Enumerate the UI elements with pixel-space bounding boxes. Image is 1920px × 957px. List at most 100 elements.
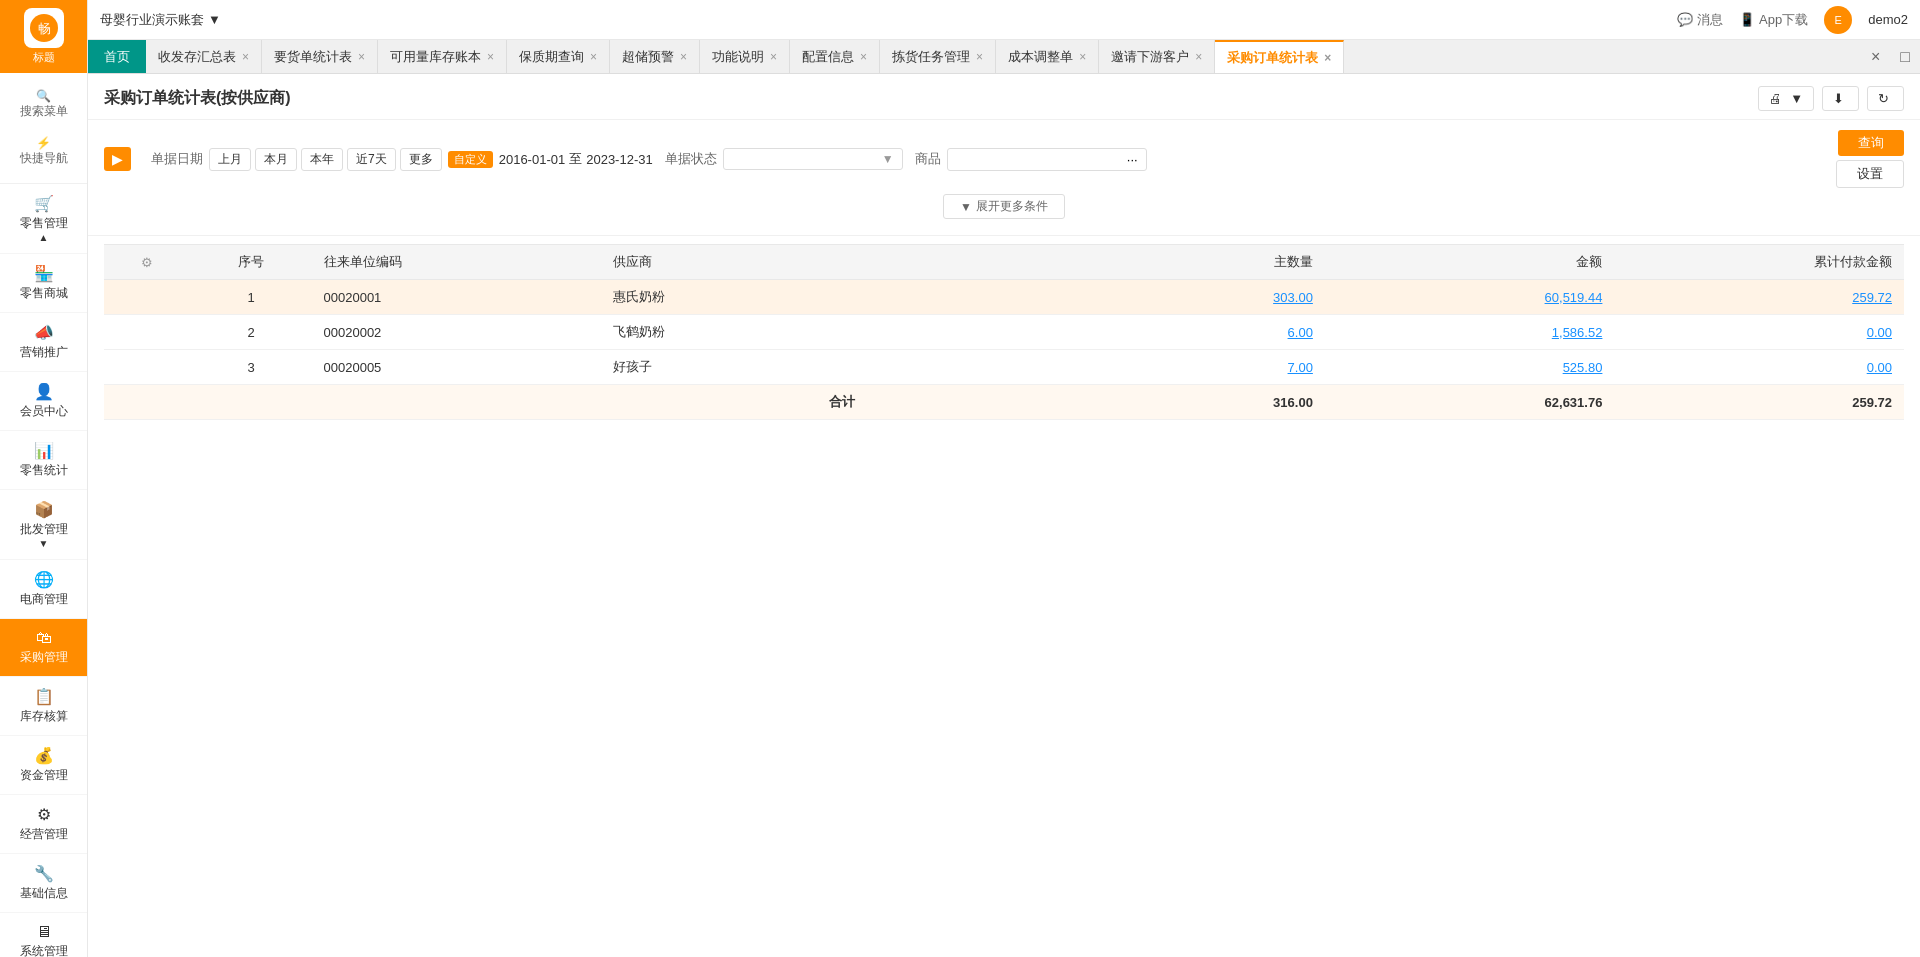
cell-amount[interactable]: 1,586.52	[1325, 315, 1615, 350]
sidebar-item-search[interactable]: 🔍 搜索菜单	[6, 81, 81, 128]
goods-more-icon: ···	[1127, 152, 1138, 167]
th-code-label: 往来单位编码	[324, 254, 402, 269]
tab-config[interactable]: 配置信息 ×	[790, 40, 880, 74]
column-settings-icon[interactable]: ⚙	[141, 255, 153, 270]
tab-overstock[interactable]: 超储预警 ×	[610, 40, 700, 74]
shortcut-more[interactable]: 更多	[400, 148, 442, 171]
tab-cost-close[interactable]: ×	[1079, 50, 1086, 64]
tab-expiry-query[interactable]: 保质期查询 ×	[507, 40, 610, 74]
sidebar-wholesale-label: 批发管理	[20, 521, 68, 538]
mall-icon: 🏪	[34, 264, 54, 283]
cell-amount[interactable]: 525.80	[1325, 350, 1615, 385]
refresh-icon: ↻	[1878, 91, 1889, 106]
date-from: 2016-01-01	[499, 152, 566, 167]
sidebar-item-system[interactable]: 🖥 系统管理	[0, 913, 87, 957]
filter-toggle-button[interactable]: ▶	[104, 147, 131, 171]
tab-order-summary-label: 要货单统计表	[274, 48, 352, 66]
goods-input[interactable]: ···	[947, 148, 1147, 171]
account-selector[interactable]: 母婴行业演示账套 ▼	[100, 11, 221, 29]
expand-filter-button[interactable]: ▼ 展开更多条件	[943, 194, 1065, 219]
table-row: 2 00020002 飞鹤奶粉 6.00 1,586.52 0.00	[104, 315, 1904, 350]
export-button[interactable]: ⬇	[1822, 86, 1859, 111]
cell-qty[interactable]: 303.00	[1084, 280, 1325, 315]
cell-qty[interactable]: 7.00	[1084, 350, 1325, 385]
sidebar-item-wholesale[interactable]: 📦 批发管理 ▼	[0, 490, 87, 560]
th-index: 序号	[191, 245, 312, 280]
sidebar-item-shortcut[interactable]: ⚡ 快捷导航	[6, 128, 81, 175]
print-button[interactable]: 🖨 ▼	[1758, 86, 1814, 111]
tab-purchase-order-summary[interactable]: 采购订单统计表 ×	[1215, 40, 1344, 74]
avatar[interactable]: E	[1824, 6, 1852, 34]
marketing-icon: 📣	[34, 323, 54, 342]
search-icon: 🔍	[36, 89, 51, 103]
refresh-button[interactable]: ↻	[1867, 86, 1904, 111]
sidebar-purchase-label: 采购管理	[20, 649, 68, 666]
sidebar-item-member[interactable]: 👤 会员中心	[0, 372, 87, 431]
tab-picking-task[interactable]: 拣货任务管理 ×	[880, 40, 996, 74]
th-supplier: 供应商	[601, 245, 1084, 280]
settings-button[interactable]: 设置	[1836, 160, 1904, 188]
tab-available-stock[interactable]: 可用量库存账本 ×	[378, 40, 507, 74]
shortcut-7days[interactable]: 近7天	[347, 148, 396, 171]
message-icon: 💬	[1677, 12, 1693, 27]
tab-maximize-button[interactable]: □	[1890, 40, 1920, 74]
tab-order-summary-close[interactable]: ×	[358, 50, 365, 64]
message-button[interactable]: 💬 消息	[1677, 11, 1723, 29]
shortcut-this-month[interactable]: 本月	[255, 148, 297, 171]
cell-paid[interactable]: 0.00	[1614, 315, 1904, 350]
sidebar-item-basic[interactable]: 🔧 基础信息	[0, 854, 87, 913]
data-table: ⚙ 序号 往来单位编码 供应商 主数量	[104, 244, 1904, 420]
tab-overstock-close[interactable]: ×	[680, 50, 687, 64]
cell-qty[interactable]: 6.00	[1084, 315, 1325, 350]
sidebar-item-retail-stats[interactable]: 📊 零售统计	[0, 431, 87, 490]
tabbar-actions: × □	[1861, 40, 1920, 74]
tab-invite[interactable]: 邀请下游客户 ×	[1099, 40, 1215, 74]
cell-paid[interactable]: 0.00	[1614, 350, 1904, 385]
account-name: 母婴行业演示账套	[100, 11, 204, 29]
tab-purchase-order-close[interactable]: ×	[1324, 51, 1331, 65]
tab-available-stock-close[interactable]: ×	[487, 50, 494, 64]
footer-empty2	[191, 385, 312, 420]
sidebar-item-retail-mall[interactable]: 🏪 零售商城	[0, 254, 87, 313]
tab-close-all-button[interactable]: ×	[1861, 40, 1890, 74]
topbar-left: 母婴行业演示账套 ▼	[100, 11, 221, 29]
tab-receive-summary[interactable]: 收发存汇总表 ×	[146, 40, 262, 74]
app-icon: 📱	[1739, 12, 1755, 27]
tab-invite-close[interactable]: ×	[1195, 50, 1202, 64]
tab-function-desc[interactable]: 功能说明 ×	[700, 40, 790, 74]
tab-order-summary[interactable]: 要货单统计表 ×	[262, 40, 378, 74]
cell-supplier: 好孩子	[601, 350, 1084, 385]
query-button[interactable]: 查询	[1838, 130, 1904, 156]
tab-receive-summary-close[interactable]: ×	[242, 50, 249, 64]
sidebar-item-ecommerce[interactable]: 🌐 电商管理	[0, 560, 87, 619]
expand-row: ▼ 展开更多条件	[104, 188, 1904, 225]
table-body: 1 00020001 惠氏奶粉 303.00 60,519.44 259.72 …	[104, 280, 1904, 385]
export-icon: ⬇	[1833, 91, 1844, 106]
footer-label: 合计	[601, 385, 1084, 420]
sidebar-item-operations[interactable]: ⚙ 经营管理	[0, 795, 87, 854]
sidebar-item-marketing[interactable]: 📣 营销推广	[0, 313, 87, 372]
sidebar: 畅 标题 🔍 搜索菜单 ⚡ 快捷导航 🛒 零售管理 ▲ 🏪 零售商城 📣 营销推…	[0, 0, 88, 957]
tab-function-close[interactable]: ×	[770, 50, 777, 64]
tab-config-close[interactable]: ×	[860, 50, 867, 64]
sidebar-item-finance[interactable]: 💰 资金管理	[0, 736, 87, 795]
table-container: ⚙ 序号 往来单位编码 供应商 主数量	[88, 236, 1920, 428]
table-footer: 合计 316.00 62,631.76 259.72	[104, 385, 1904, 420]
member-icon: 👤	[34, 382, 54, 401]
tab-home[interactable]: 首页	[88, 40, 146, 74]
cell-paid[interactable]: 259.72	[1614, 280, 1904, 315]
cell-settings	[104, 315, 191, 350]
sidebar-item-purchase[interactable]: 🛍 采购管理	[0, 619, 87, 677]
status-select[interactable]: ▼	[723, 148, 903, 170]
tab-expiry-close[interactable]: ×	[590, 50, 597, 64]
sidebar-item-inventory[interactable]: 📋 库存核算	[0, 677, 87, 736]
shortcut-last-month[interactable]: 上月	[209, 148, 251, 171]
filter-status: 单据状态 ▼	[665, 148, 903, 170]
sidebar-logo[interactable]: 畅 标题	[0, 0, 87, 73]
shortcut-this-year[interactable]: 本年	[301, 148, 343, 171]
cell-amount[interactable]: 60,519.44	[1325, 280, 1615, 315]
app-download-button[interactable]: 📱 App下载	[1739, 11, 1808, 29]
tab-picking-close[interactable]: ×	[976, 50, 983, 64]
sidebar-item-retail[interactable]: 🛒 零售管理 ▲	[0, 184, 87, 254]
tab-cost-adjust[interactable]: 成本调整单 ×	[996, 40, 1099, 74]
